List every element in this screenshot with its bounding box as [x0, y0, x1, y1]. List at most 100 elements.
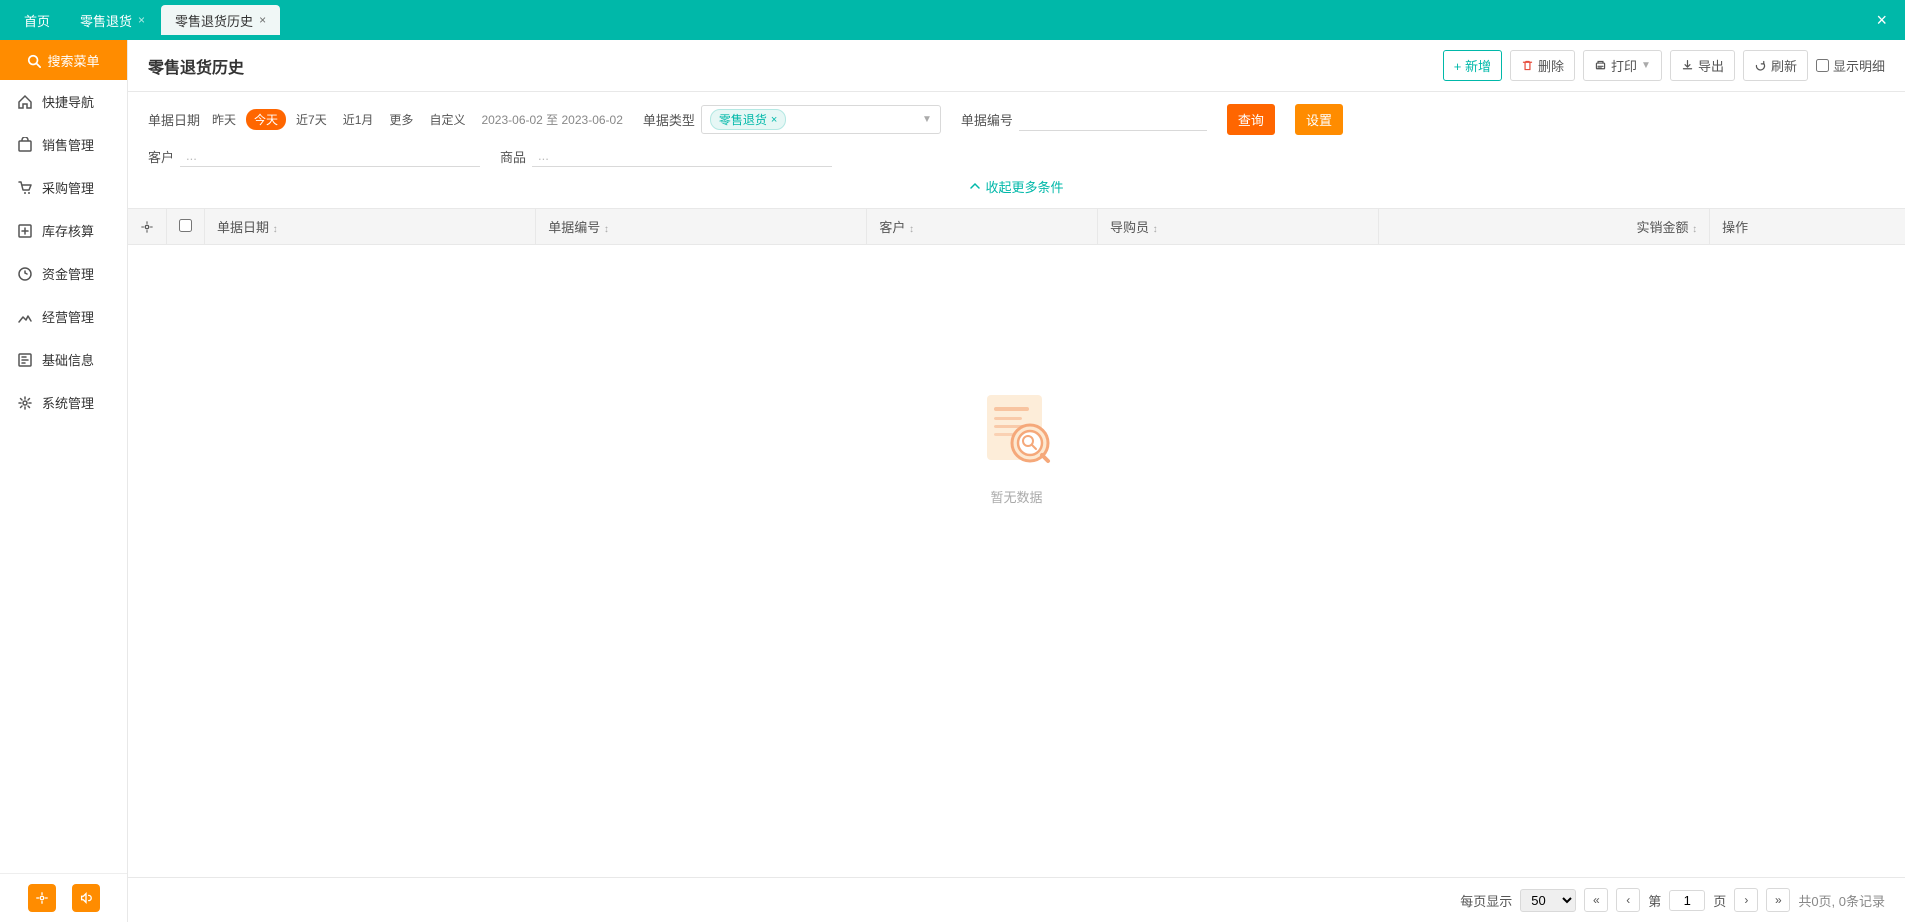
select-all-checkbox[interactable]	[179, 219, 192, 232]
number-filter-input[interactable]	[1019, 109, 1207, 131]
page-label: 第	[1648, 891, 1661, 910]
date-btn-1month[interactable]: 近1月	[337, 109, 380, 130]
sidebar-item-inventory[interactable]: 库存核算	[0, 209, 127, 252]
sidebar-item-business[interactable]: 经营管理	[0, 295, 127, 338]
sidebar-item-purchase[interactable]: 采购管理	[0, 166, 127, 209]
per-page-select[interactable]: 50 20 100	[1520, 889, 1576, 912]
sidebar-item-system[interactable]: 系统管理	[0, 381, 127, 424]
filter-row-2: 客户 商品	[148, 145, 1885, 167]
sidebar-item-finance[interactable]: 资金管理	[0, 252, 127, 295]
sidebar-item-business-label: 经营管理	[42, 307, 94, 326]
delete-icon	[1521, 59, 1534, 72]
tab-retail-return[interactable]: 零售退货 ×	[66, 5, 159, 35]
refresh-icon	[1754, 59, 1767, 72]
home-icon	[16, 93, 34, 111]
type-filter-tag: 零售退货 ×	[710, 109, 786, 130]
customer-filter-label: 客户	[148, 147, 174, 166]
sidebar-item-purchase-label: 采购管理	[42, 178, 94, 197]
empty-illustration	[972, 385, 1062, 475]
tab-home[interactable]: 首页	[10, 5, 64, 35]
tab-retail-return-history-close[interactable]: ×	[259, 13, 266, 27]
collapse-button[interactable]: 收起更多条件	[148, 177, 1885, 196]
business-icon	[16, 308, 34, 326]
sidebar-search-label: 搜索菜单	[47, 51, 99, 70]
per-page-label: 每页显示	[1460, 891, 1512, 910]
export-button[interactable]: 导出	[1670, 50, 1735, 81]
page-last-button[interactable]: »	[1766, 888, 1790, 912]
table-header: 单据日期 单据编号 客户 导购员 实销金额	[128, 209, 1905, 245]
system-icon	[16, 394, 34, 412]
window-close-button[interactable]: ×	[1868, 6, 1895, 34]
refresh-button[interactable]: 刷新	[1743, 50, 1808, 81]
th-amount[interactable]: 实销金额	[1378, 209, 1709, 245]
goods-filter-item: 商品	[500, 145, 832, 167]
page-prev-button[interactable]: ‹	[1616, 888, 1640, 912]
print-icon	[1594, 59, 1607, 72]
sidebar-search[interactable]: 搜索菜单	[0, 40, 127, 80]
print-dropdown-icon: ▼	[1641, 60, 1651, 71]
sidebar-item-quicknav[interactable]: 快捷导航	[0, 80, 127, 123]
number-filter-label: 单据编号	[961, 110, 1013, 129]
th-guide[interactable]: 导购员	[1098, 209, 1379, 245]
sidebar-item-quicknav-label: 快捷导航	[42, 92, 94, 111]
page-header: 零售退货历史 + 新增 删除 打印 ▼ 导出 刷新	[128, 40, 1905, 92]
print-button[interactable]: 打印 ▼	[1583, 50, 1662, 81]
sidebar-item-info[interactable]: 基础信息	[0, 338, 127, 381]
type-filter-label: 单据类型	[643, 110, 695, 129]
filter-area: 单据日期 昨天 今天 近7天 近1月 更多 自定义 2023-06-02 至 2…	[128, 92, 1905, 209]
tab-retail-return-history[interactable]: 零售退货历史 ×	[161, 5, 280, 35]
sidebar-item-inventory-label: 库存核算	[42, 221, 94, 240]
th-number[interactable]: 单据编号	[536, 209, 867, 245]
goods-filter-label: 商品	[500, 147, 526, 166]
date-btn-yesterday[interactable]: 昨天	[206, 109, 242, 130]
goods-filter-input[interactable]	[532, 145, 832, 167]
th-settings[interactable]	[128, 209, 167, 245]
finance-icon	[16, 265, 34, 283]
date-btn-more[interactable]: 更多	[383, 109, 419, 130]
total-info: 共0页, 0条记录	[1798, 891, 1885, 910]
number-filter-item: 单据编号	[961, 109, 1207, 131]
date-filter-buttons: 昨天 今天 近7天 近1月 更多 自定义 2023-06-02 至 2023-0…	[206, 109, 623, 130]
volume-bottom-icon[interactable]	[72, 884, 100, 912]
th-date[interactable]: 单据日期	[205, 209, 536, 245]
date-btn-7days[interactable]: 近7天	[290, 109, 333, 130]
date-filter-label: 单据日期	[148, 110, 200, 129]
date-range-display: 2023-06-02 至 2023-06-02	[481, 111, 622, 128]
sidebar-item-system-label: 系统管理	[42, 393, 94, 412]
tab-list: 首页 零售退货 × 零售退货历史 ×	[10, 5, 1868, 35]
date-btn-today[interactable]: 今天	[246, 109, 286, 130]
new-button[interactable]: + 新增	[1443, 50, 1502, 81]
delete-button[interactable]: 删除	[1510, 50, 1575, 81]
settings-bottom-icon[interactable]	[28, 884, 56, 912]
date-btn-custom[interactable]: 自定义	[423, 109, 471, 130]
page-first-button[interactable]: «	[1584, 888, 1608, 912]
sidebar-item-finance-label: 资金管理	[42, 264, 94, 283]
sidebar-item-sales[interactable]: 销售管理	[0, 123, 127, 166]
pagination: 每页显示 50 20 100 « ‹ 第 页 › » 共0页, 0条记录	[128, 877, 1905, 922]
sidebar: 搜索菜单 快捷导航 销售管理 采购管理 库存核算	[0, 40, 128, 922]
filter-setting-button[interactable]: 设置	[1295, 104, 1343, 135]
sidebar-bottom	[0, 873, 127, 922]
type-filter-select[interactable]: 零售退货 × ▼	[701, 105, 941, 134]
sales-icon	[16, 136, 34, 154]
page-number-input[interactable]	[1669, 890, 1705, 911]
page-next-button[interactable]: ›	[1734, 888, 1758, 912]
th-checkbox[interactable]	[167, 209, 205, 245]
content-area: 零售退货历史 + 新增 删除 打印 ▼ 导出 刷新	[128, 40, 1905, 922]
type-filter-item: 单据类型 零售退货 × ▼	[643, 105, 941, 134]
customer-filter-input[interactable]	[180, 145, 480, 167]
query-button[interactable]: 查询	[1227, 104, 1275, 135]
type-filter-tag-close[interactable]: ×	[771, 114, 777, 126]
th-operation: 操作	[1710, 209, 1905, 245]
filter-row-1: 单据日期 昨天 今天 近7天 近1月 更多 自定义 2023-06-02 至 2…	[148, 104, 1885, 135]
tab-retail-return-close[interactable]: ×	[138, 13, 145, 27]
th-customer[interactable]: 客户	[867, 209, 1098, 245]
show-detail-checkbox[interactable]	[1816, 59, 1829, 72]
inventory-icon	[16, 222, 34, 240]
empty-state: 暂无数据	[128, 245, 1905, 645]
date-filter-item: 单据日期 昨天 今天 近7天 近1月 更多 自定义 2023-06-02 至 2…	[148, 109, 623, 130]
purchase-icon	[16, 179, 34, 197]
table-wrap: 单据日期 单据编号 客户 导购员 实销金额	[128, 209, 1905, 877]
info-icon	[16, 351, 34, 369]
window-controls: ×	[1868, 10, 1895, 31]
